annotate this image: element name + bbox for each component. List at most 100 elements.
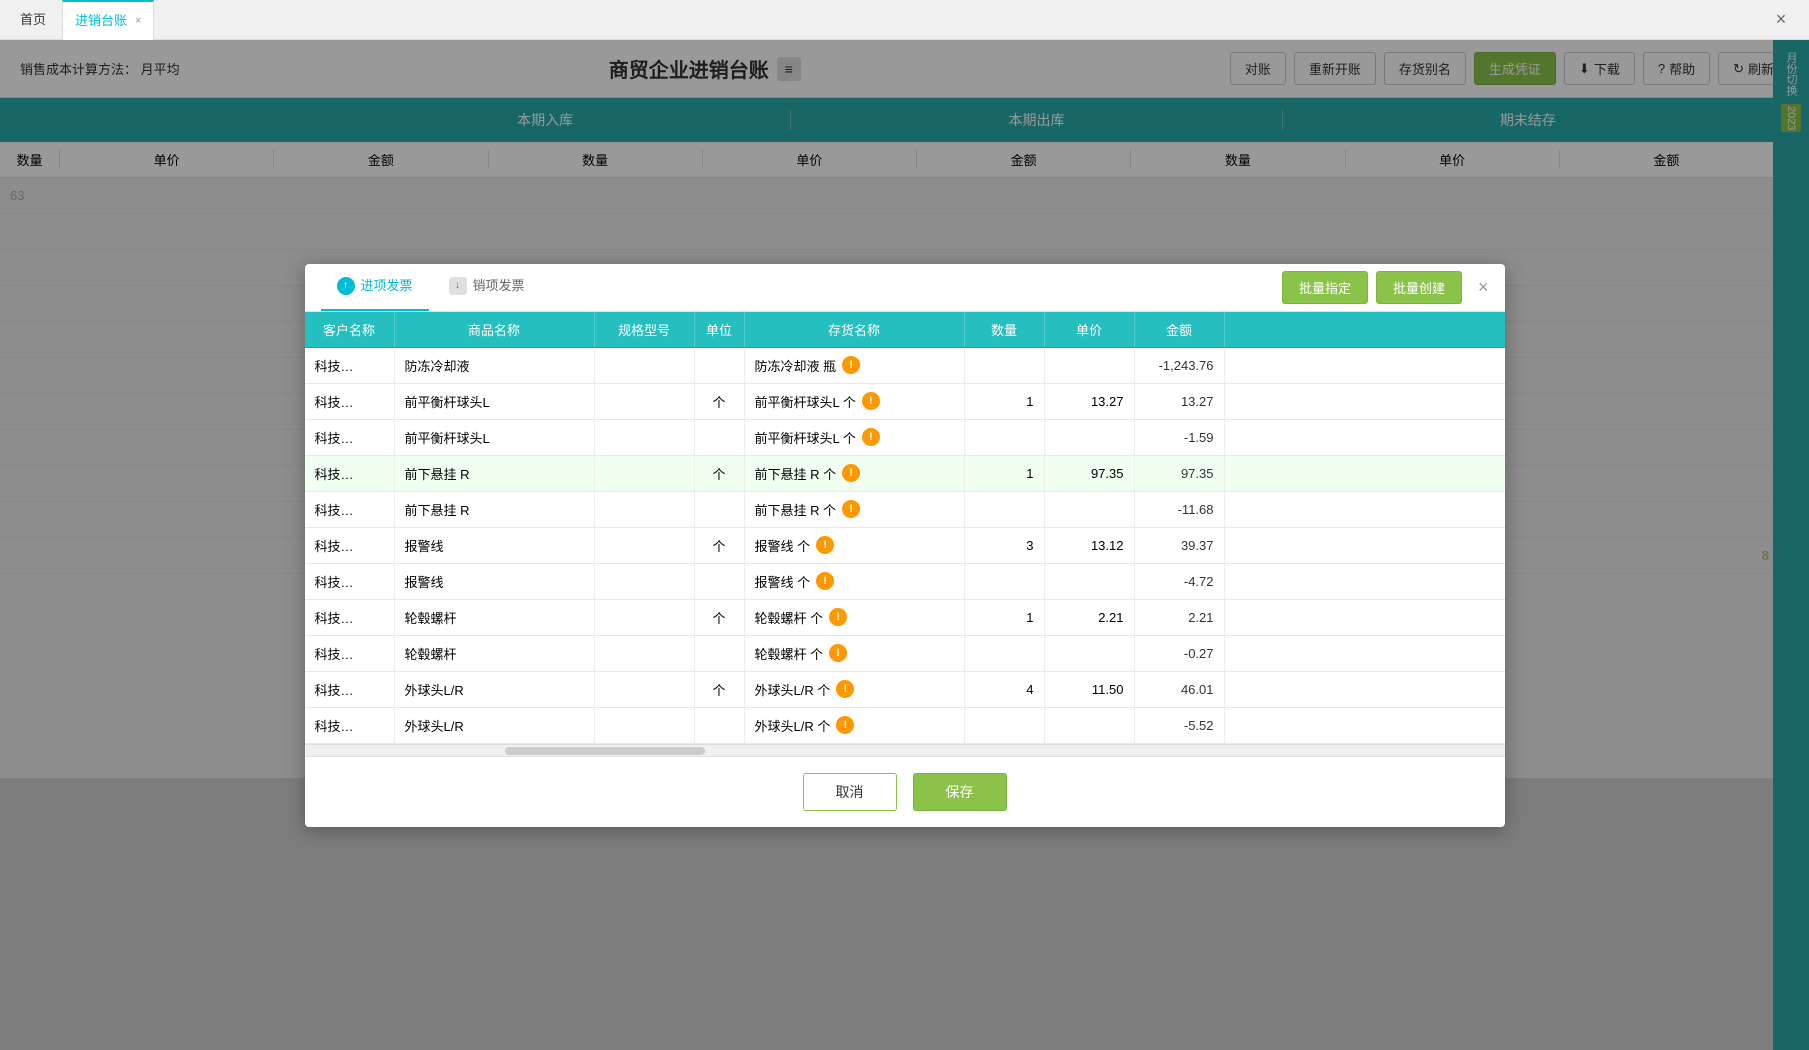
tab-close-icon[interactable]: × — [135, 1, 141, 41]
td-inventory: 轮毂螺杆 个 ! — [745, 600, 965, 635]
td-quantity — [965, 492, 1045, 527]
td-product: 前平衡杆球头L — [395, 420, 595, 455]
table-row[interactable]: 科技… 外球头L/R 外球头L/R 个 ! -5.52 — [305, 708, 1505, 744]
td-unit-price — [1045, 492, 1135, 527]
batch-assign-button[interactable]: 批量指定 — [1282, 271, 1368, 304]
td-quantity: 1 — [965, 384, 1045, 419]
table-row[interactable]: 科技… 轮毂螺杆 个 轮毂螺杆 个 ! 1 2.21 2.21 — [305, 600, 1505, 636]
sales-tab-icon: ↓ — [449, 277, 467, 295]
table-row[interactable]: 科技… 防冻冷却液 防冻冷却液 瓶 ! -1,243.76 — [305, 348, 1505, 384]
td-spec — [595, 636, 695, 671]
td-amount: -0.27 — [1135, 636, 1225, 671]
td-unit-price — [1045, 636, 1135, 671]
td-quantity — [965, 708, 1045, 743]
modal-header-right: 批量指定 批量创建 × — [1282, 271, 1489, 304]
td-spec — [595, 672, 695, 707]
td-spec — [595, 420, 695, 455]
td-unit — [695, 564, 745, 599]
td-unit-price — [1045, 420, 1135, 455]
tab-sales-invoice[interactable]: ↓ 销项发票 — [433, 263, 541, 311]
td-unit-price — [1045, 564, 1135, 599]
warning-icon: ! — [816, 536, 834, 554]
cancel-button[interactable]: 取消 — [803, 773, 897, 811]
modal-body: 客户名称 商品名称 规格型号 单位 存货名称 数量 单价 金额 科技… 防冻冷却… — [305, 312, 1505, 756]
table-row[interactable]: 科技… 前下悬挂 R 前下悬挂 R 个 ! -11.68 — [305, 492, 1505, 528]
td-unit: 个 — [695, 600, 745, 635]
td-spec — [595, 384, 695, 419]
warning-icon: ! — [862, 428, 880, 446]
table-row[interactable]: 科技… 前下悬挂 R 个 前下悬挂 R 个 ! 1 97.35 97.35 — [305, 456, 1505, 492]
td-unit: 个 — [695, 456, 745, 491]
td-inventory: 前下悬挂 R 个 ! — [745, 456, 965, 491]
th-quantity: 数量 — [965, 312, 1045, 347]
td-quantity — [965, 564, 1045, 599]
td-product: 外球头L/R — [395, 708, 595, 743]
table-row[interactable]: 科技… 前平衡杆球头L 前平衡杆球头L 个 ! -1.59 — [305, 420, 1505, 456]
td-spec — [595, 564, 695, 599]
td-amount: -1.59 — [1135, 420, 1225, 455]
td-amount: -11.68 — [1135, 492, 1225, 527]
table-row[interactable]: 科技… 报警线 报警线 个 ! -4.72 — [305, 564, 1505, 600]
td-inventory: 外球头L/R 个 ! — [745, 672, 965, 707]
th-inventory: 存货名称 — [745, 312, 965, 347]
modal-close-button[interactable]: × — [1478, 277, 1489, 298]
table-row[interactable]: 科技… 报警线 个 报警线 个 ! 3 13.12 39.37 — [305, 528, 1505, 564]
td-customer: 科技… — [305, 600, 395, 635]
td-spec — [595, 600, 695, 635]
td-customer: 科技… — [305, 708, 395, 743]
modal-table: 客户名称 商品名称 规格型号 单位 存货名称 数量 单价 金额 科技… 防冻冷却… — [305, 312, 1505, 744]
table-row[interactable]: 科技… 轮毂螺杆 轮毂螺杆 个 ! -0.27 — [305, 636, 1505, 672]
td-spec — [595, 492, 695, 527]
tab-purchase-invoice[interactable]: ↑ 进项发票 — [321, 263, 429, 311]
td-spec — [595, 528, 695, 563]
td-product: 前平衡杆球头L — [395, 384, 595, 419]
modal-header: ↑ 进项发票 ↓ 销项发票 批量指定 批量创建 × — [305, 264, 1505, 312]
warning-icon: ! — [842, 356, 860, 374]
td-product: 防冻冷却液 — [395, 348, 595, 383]
td-product: 轮毂螺杆 — [395, 636, 595, 671]
window-close-button[interactable]: × — [1761, 0, 1801, 40]
warning-icon: ! — [816, 572, 834, 590]
table-rows: 科技… 防冻冷却液 防冻冷却液 瓶 ! -1,243.76 科技… 前平衡杆球头… — [305, 348, 1505, 744]
td-product: 报警线 — [395, 528, 595, 563]
save-button[interactable]: 保存 — [913, 773, 1007, 811]
top-bar: 首页 进销台账 × × — [0, 0, 1809, 40]
main-area: 销售成本计算方法： 月平均 商贸企业进销台账 ≡ 对账 重新开账 存货别名 生成… — [0, 40, 1809, 1050]
scrollbar-thumb[interactable] — [505, 747, 705, 755]
td-amount: 13.27 — [1135, 384, 1225, 419]
td-unit-price: 11.50 — [1045, 672, 1135, 707]
td-unit-price: 13.27 — [1045, 384, 1135, 419]
modal-overlay: ↑ 进项发票 ↓ 销项发票 批量指定 批量创建 × 客户名称 — [0, 40, 1809, 1050]
td-unit-price — [1045, 708, 1135, 743]
td-amount: 2.21 — [1135, 600, 1225, 635]
warning-icon: ! — [842, 464, 860, 482]
td-unit: 个 — [695, 672, 745, 707]
td-customer: 科技… — [305, 456, 395, 491]
td-quantity: 1 — [965, 456, 1045, 491]
td-amount: -1,243.76 — [1135, 348, 1225, 383]
th-product: 商品名称 — [395, 312, 595, 347]
table-row[interactable]: 科技… 外球头L/R 个 外球头L/R 个 ! 4 11.50 46.01 — [305, 672, 1505, 708]
td-inventory: 前平衡杆球头L 个 ! — [745, 420, 965, 455]
td-inventory: 外球头L/R 个 ! — [745, 708, 965, 743]
td-customer: 科技… — [305, 672, 395, 707]
batch-create-button[interactable]: 批量创建 — [1376, 271, 1462, 304]
td-unit — [695, 492, 745, 527]
tab-home[interactable]: 首页 — [8, 0, 58, 40]
warning-icon: ! — [862, 392, 880, 410]
td-unit: 个 — [695, 528, 745, 563]
td-quantity: 1 — [965, 600, 1045, 635]
tab-active[interactable]: 进销台账 × — [62, 0, 154, 40]
td-unit-price: 2.21 — [1045, 600, 1135, 635]
horizontal-scrollbar[interactable] — [305, 744, 1505, 756]
td-customer: 科技… — [305, 528, 395, 563]
warning-icon: ! — [842, 500, 860, 518]
th-spec: 规格型号 — [595, 312, 695, 347]
td-unit — [695, 348, 745, 383]
warning-icon: ! — [829, 608, 847, 626]
table-header-row: 客户名称 商品名称 规格型号 单位 存货名称 数量 单价 金额 — [305, 312, 1505, 348]
table-row[interactable]: 科技… 前平衡杆球头L 个 前平衡杆球头L 个 ! 1 13.27 13.27 — [305, 384, 1505, 420]
td-quantity — [965, 348, 1045, 383]
td-unit — [695, 708, 745, 743]
td-amount: 97.35 — [1135, 456, 1225, 491]
